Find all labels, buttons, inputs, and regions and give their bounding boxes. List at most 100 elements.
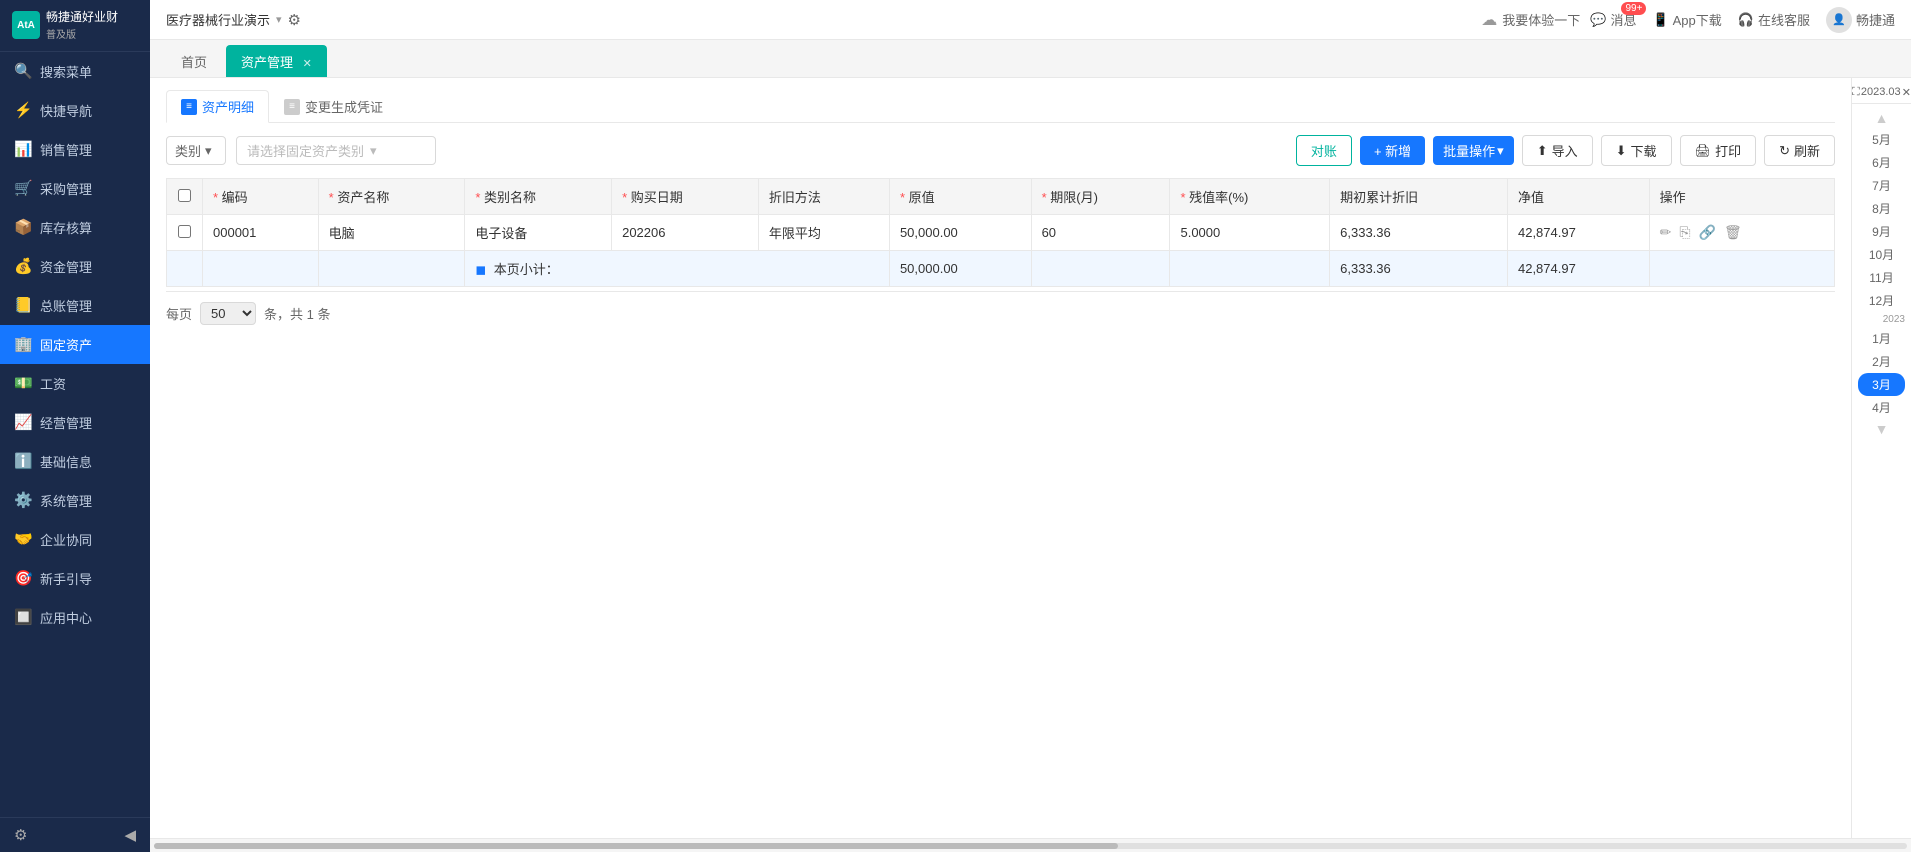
timeline-close-icon[interactable]: ✕: [1902, 86, 1911, 99]
edit-icon[interactable]: ✏: [1660, 224, 1672, 241]
app-download-button[interactable]: 📱 App下载: [1652, 10, 1721, 29]
sidebar-item-sales[interactable]: 📊 销售管理: [0, 130, 150, 169]
timeline-month-12[interactable]: 12月: [1852, 289, 1911, 312]
print-button[interactable]: 🖨 打印: [1680, 135, 1757, 166]
sidebar-item-system[interactable]: ⚙️ 系统管理: [0, 481, 150, 520]
sidebar-item-operations[interactable]: 📈 经营管理: [0, 403, 150, 442]
company-name: 医疗器械行业演示: [166, 10, 270, 29]
timeline-expand-icon[interactable]: ⛶: [1852, 86, 1860, 99]
per-page-select[interactable]: 50 10 20 100: [200, 302, 256, 325]
timeline-month-4[interactable]: 4月: [1852, 396, 1911, 419]
sidebar-item-label: 企业协同: [40, 530, 92, 549]
sidebar-item-label: 采购管理: [40, 179, 92, 198]
timeline-month-3-current[interactable]: 3月: [1858, 373, 1905, 396]
guide-icon: 🎯: [14, 569, 32, 587]
settings-icon[interactable]: ⚙: [14, 826, 27, 844]
link-icon[interactable]: 🔗: [1699, 224, 1716, 241]
company-dropdown-icon[interactable]: ▾: [276, 13, 282, 26]
experience-text: 我要体验一下: [1502, 10, 1580, 29]
timeline-month-9[interactable]: 9月: [1852, 220, 1911, 243]
sidebar-item-basic-info[interactable]: ℹ️ 基础信息: [0, 442, 150, 481]
sidebar-item-app-center[interactable]: 🔲 应用中心: [0, 598, 150, 637]
sidebar-item-label: 系统管理: [40, 491, 92, 510]
refresh-label: 刷新: [1794, 141, 1820, 160]
sidebar-item-payroll[interactable]: 💵 工资: [0, 364, 150, 403]
download-button[interactable]: ⬇ 下载: [1601, 135, 1672, 166]
app-name: 畅捷通好业财: [46, 10, 118, 26]
th-period: 期限(月): [1031, 179, 1170, 215]
sidebar-item-label: 搜索菜单: [40, 62, 92, 81]
fixed-assets-icon: 🏢: [14, 335, 32, 353]
app-edition: 普及版: [46, 26, 118, 41]
user-profile-button[interactable]: 👤 畅捷通: [1826, 7, 1895, 33]
enterprise-icon: 🤝: [14, 530, 32, 548]
timeline-header: ✕ ⛶ 2023.03: [1852, 82, 1911, 104]
th-name: 资产名称: [318, 179, 465, 215]
sub-tab-voucher-label: 变更生成凭证: [305, 97, 383, 116]
app-download-icon: 📱: [1652, 12, 1668, 28]
timeline-month-2[interactable]: 2月: [1852, 350, 1911, 373]
asset-table-wrapper: 编码 资产名称 类别名称 购买日期: [166, 178, 1835, 287]
download-label: 下载: [1631, 141, 1657, 160]
td-initial-depreciation: 6,333.36: [1330, 215, 1508, 251]
category-input[interactable]: 请选择固定资产类别 ▾: [236, 136, 436, 165]
sidebar-item-label: 固定资产: [40, 335, 92, 354]
collapse-icon[interactable]: ◀: [124, 826, 136, 844]
sidebar-item-fixed-assets[interactable]: 🏢 固定资产: [0, 325, 150, 364]
timeline-scroll-down[interactable]: ▼: [1875, 419, 1889, 439]
timeline-current-year: 2023: [1852, 312, 1911, 327]
online-service-button[interactable]: 🎧 在线客服: [1738, 10, 1810, 29]
timeline-month-8[interactable]: 8月: [1852, 197, 1911, 220]
th-residual-rate: 残值率(%): [1170, 179, 1330, 215]
timeline-month-7[interactable]: 7月: [1852, 174, 1911, 197]
sales-icon: 📊: [14, 140, 32, 158]
duizhang-button[interactable]: 对账: [1296, 135, 1352, 166]
delete-icon[interactable]: 🗑: [1724, 224, 1742, 241]
topbar-experience[interactable]: ☁ 我要体验一下: [1481, 10, 1580, 30]
tab-close-icon[interactable]: ✕: [303, 58, 312, 70]
sidebar-item-enterprise[interactable]: 🤝 企业协同: [0, 520, 150, 559]
timeline-scroll-up[interactable]: ▲: [1875, 108, 1889, 128]
sidebar-item-label: 快捷导航: [40, 101, 92, 120]
sidebar-item-label: 总账管理: [40, 296, 92, 315]
refresh-button[interactable]: ↻ 刷新: [1764, 135, 1835, 166]
timeline-month-1[interactable]: 1月: [1852, 327, 1911, 350]
timeline-month-11[interactable]: 11月: [1852, 266, 1911, 289]
td-subtotal-label: ◼ 本页小计：: [465, 251, 890, 287]
refresh-icon: ↻: [1779, 143, 1790, 159]
sub-tab-voucher-change[interactable]: ≡ 变更生成凭证: [269, 90, 398, 123]
export-label: 导入: [1552, 141, 1578, 160]
timeline-year-label: 2023.03: [1861, 86, 1901, 98]
row-checkbox[interactable]: [178, 225, 191, 238]
timeline-month-6[interactable]: 6月: [1852, 151, 1911, 174]
timeline-month-5[interactable]: 5月: [1852, 128, 1911, 151]
messages-button[interactable]: 💬 消息 99+: [1590, 10, 1636, 29]
sidebar-item-ledger[interactable]: 📒 总账管理: [0, 286, 150, 325]
horizontal-scrollbar[interactable]: [150, 838, 1911, 852]
tab-asset-management[interactable]: 资产管理 ✕: [226, 45, 327, 77]
scrollbar-thumb[interactable]: [154, 843, 1118, 849]
export-button[interactable]: ⬆ 导入: [1522, 135, 1593, 166]
sidebar-item-guide[interactable]: 🎯 新手引导: [0, 559, 150, 598]
sidebar-item-search[interactable]: 🔍 搜索菜单: [0, 52, 150, 91]
timeline-month-10[interactable]: 10月: [1852, 243, 1911, 266]
copy-icon[interactable]: ⎘: [1679, 224, 1690, 241]
select-all-checkbox[interactable]: [178, 189, 191, 202]
sidebar-item-inventory[interactable]: 📦 库存核算: [0, 208, 150, 247]
sidebar-item-funds[interactable]: 💰 资金管理: [0, 247, 150, 286]
category-filter-select[interactable]: 类别 ▾: [166, 136, 226, 165]
service-icon: 🎧: [1738, 12, 1754, 28]
sidebar-item-purchase[interactable]: 🛒 采购管理: [0, 169, 150, 208]
sub-tab-asset-detail[interactable]: ≡ 资产明细: [166, 90, 269, 123]
sidebar-item-quick-nav[interactable]: ⚡ 快捷导航: [0, 91, 150, 130]
message-icon: 💬: [1590, 12, 1606, 28]
subtotal-icon: ◼: [475, 262, 486, 277]
new-button[interactable]: + 新增: [1360, 136, 1425, 165]
batch-button[interactable]: 批量操作 ▾: [1433, 136, 1514, 165]
export-icon: ⬆: [1537, 143, 1548, 159]
tab-home[interactable]: 首页: [166, 45, 222, 77]
new-label: + 新增: [1374, 141, 1411, 160]
topbar-gear-icon[interactable]: ⚙: [288, 11, 301, 29]
td-actions: ✏ ⎘ 🔗 🗑: [1649, 215, 1834, 251]
row-actions: ✏ ⎘ 🔗 🗑: [1660, 224, 1824, 241]
